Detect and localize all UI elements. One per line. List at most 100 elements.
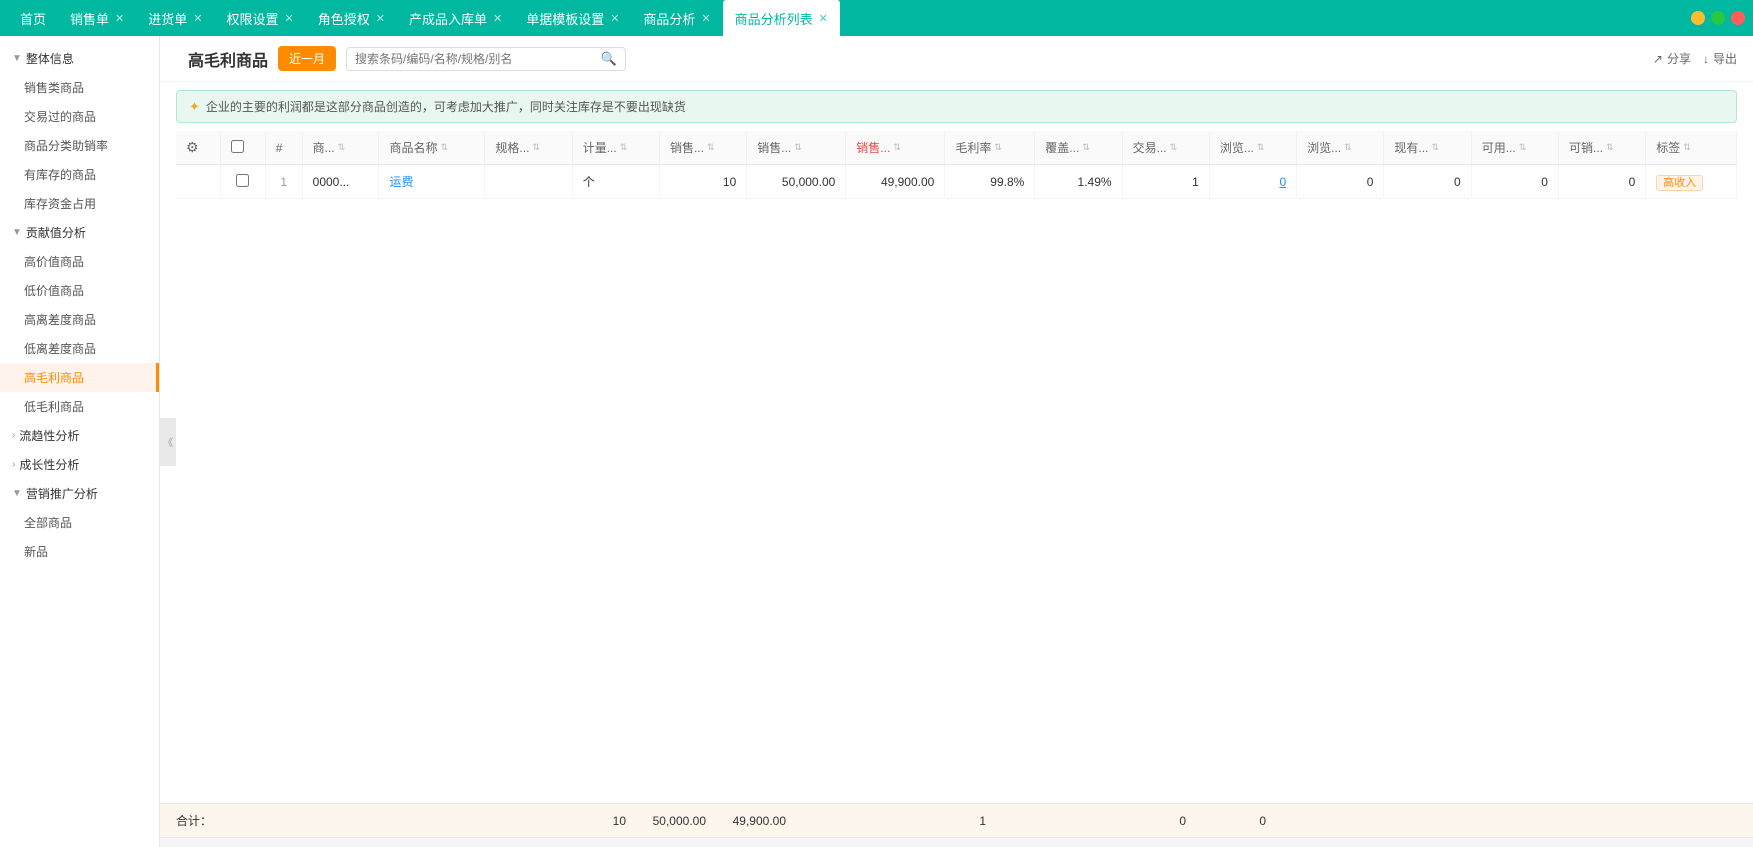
sort-icon-tag: ⇅ <box>1683 142 1691 153</box>
sidebar-collapse-button[interactable]: 《 <box>160 418 176 466</box>
footer-spacer4 <box>416 814 476 828</box>
nav-product-inbound[interactable]: 产成品入库单 ✕ <box>397 0 514 36</box>
close-product-analysis[interactable]: ✕ <box>701 12 710 25</box>
footer-available: 0 <box>1196 814 1276 828</box>
col-unit[interactable]: 计量... ⇅ <box>572 131 659 165</box>
sidebar-item-high-margin[interactable]: 高毛利商品 <box>0 363 159 392</box>
col-browse1[interactable]: 浏览... ⇅ <box>1209 131 1296 165</box>
row-browse1-cell[interactable]: 0 <box>1209 165 1296 199</box>
row-browse2-cell: 0 <box>1297 165 1384 199</box>
col-tag[interactable]: 标签 ⇅ <box>1646 131 1737 165</box>
col-sales-amount[interactable]: 销售... ⇅ <box>747 131 846 165</box>
close-purchase-order[interactable]: ✕ <box>193 12 202 25</box>
notice-icon: ✦ <box>189 99 200 115</box>
content-header: 高毛利商品 近一月 🔍 ↗ 分享 ↓ 导出 <box>160 36 1753 82</box>
sidebar-item-low-margin[interactable]: 低毛利商品 <box>0 392 159 421</box>
col-sales-profit[interactable]: 销售... ⇅ <box>846 131 945 165</box>
row-available-cell: 0 <box>1471 165 1558 199</box>
top-navigation: 首页 销售单 ✕ 进货单 ✕ 权限设置 ✕ 角色授权 ✕ 产成品入库单 ✕ 单据… <box>0 0 1753 36</box>
nav-permission-settings[interactable]: 权限设置 ✕ <box>214 0 305 36</box>
sort-icon-code: ⇅ <box>338 142 346 153</box>
col-checkbox[interactable] <box>220 131 265 165</box>
col-code[interactable]: 商... ⇅ <box>302 131 379 165</box>
sort-icon-current-stock: ⇅ <box>1431 142 1439 153</box>
row-tag-cell[interactable]: 高收入 <box>1646 165 1737 199</box>
row-checkbox-cell[interactable] <box>220 165 265 199</box>
close-sales-order[interactable]: ✕ <box>115 12 124 25</box>
sort-icon-coverage: ⇅ <box>1082 142 1090 153</box>
sort-icon-name: ⇅ <box>440 142 448 153</box>
nav-product-analysis[interactable]: 商品分析 ✕ <box>631 0 722 36</box>
row-sales-profit-cell: 49,900.00 <box>846 165 945 199</box>
footer-sales-qty: 10 <box>556 814 636 828</box>
sidebar-item-sales-goods[interactable]: 销售类商品 <box>0 73 159 102</box>
main-layout: ▼ 整体信息 销售类商品 交易过的商品 商品分类助销率 有库存的商品 库存资金占… <box>0 36 1753 847</box>
col-coverage[interactable]: 覆盖... ⇅ <box>1035 131 1122 165</box>
sidebar-item-low-value[interactable]: 低价值商品 <box>0 276 159 305</box>
sidebar-item-category-rate[interactable]: 商品分类助销率 <box>0 131 159 160</box>
col-settings[interactable]: ⚙ <box>176 131 220 165</box>
sidebar-item-high-value[interactable]: 高价值商品 <box>0 247 159 276</box>
sidebar-item-high-deviation[interactable]: 高离差度商品 <box>0 305 159 334</box>
sort-icon-trade-count: ⇅ <box>1170 142 1178 153</box>
close-product-inbound[interactable]: ✕ <box>493 12 502 25</box>
sidebar-item-traded-goods[interactable]: 交易过的商品 <box>0 102 159 131</box>
sidebar: ▼ 整体信息 销售类商品 交易过的商品 商品分类助销率 有库存的商品 库存资金占… <box>0 36 160 847</box>
row-settings-cell <box>176 165 220 199</box>
close-product-analysis-list[interactable]: ✕ <box>819 12 828 25</box>
col-browse2[interactable]: 浏览... ⇅ <box>1297 131 1384 165</box>
bottom-scrollbar[interactable] <box>160 837 1753 847</box>
sidebar-group-growth[interactable]: › 成长性分析 <box>0 450 159 479</box>
sort-icon-sales-amount: ⇅ <box>794 142 802 153</box>
row-code-cell: 0000... <box>302 165 379 199</box>
header-actions: ↗ 分享 ↓ 导出 <box>1653 50 1737 67</box>
nav-purchase-order[interactable]: 进货单 ✕ <box>136 0 214 36</box>
sidebar-group-trend[interactable]: › 流趋性分析 <box>0 421 159 450</box>
footer-label: 合计： <box>176 812 256 829</box>
maximize-button[interactable]: □ <box>1711 11 1725 25</box>
sidebar-item-low-deviation[interactable]: 低离差度商品 <box>0 334 159 363</box>
sidebar-item-in-stock-goods[interactable]: 有库存的商品 <box>0 160 159 189</box>
row-name-cell[interactable]: 运费 <box>379 165 485 199</box>
sidebar-group-contribution[interactable]: ▼ 贡献值分析 <box>0 218 159 247</box>
sidebar-item-new-goods[interactable]: 新品 <box>0 537 159 566</box>
share-button[interactable]: ↗ 分享 <box>1653 50 1691 67</box>
row-sellable-cell: 0 <box>1558 165 1645 199</box>
row-checkbox[interactable] <box>236 174 249 187</box>
sidebar-group-overall[interactable]: ▼ 整体信息 <box>0 44 159 73</box>
close-button[interactable]: ✕ <box>1731 11 1745 25</box>
row-spec-cell <box>485 165 572 199</box>
data-table: ⚙ # 商... ⇅ <box>176 131 1737 199</box>
sidebar-item-all-goods[interactable]: 全部商品 <box>0 508 159 537</box>
col-sales-qty[interactable]: 销售... ⇅ <box>659 131 746 165</box>
export-button[interactable]: ↓ 导出 <box>1703 50 1737 67</box>
filter-recent-month-button[interactable]: 近一月 <box>278 46 336 71</box>
search-input[interactable] <box>355 52 595 66</box>
notice-bar: ✦ 企业的主要的利润都是这部分商品创造的，可考虑加大推广，同时关注库存是不要出现… <box>176 90 1737 123</box>
col-trade-count[interactable]: 交易... ⇅ <box>1122 131 1209 165</box>
col-spec[interactable]: 规格... ⇅ <box>485 131 572 165</box>
col-current-stock[interactable]: 现有... ⇅ <box>1384 131 1471 165</box>
close-template-settings[interactable]: ✕ <box>610 12 619 25</box>
close-role-auth[interactable]: ✕ <box>376 12 385 25</box>
col-sellable[interactable]: 可销... ⇅ <box>1558 131 1645 165</box>
sidebar-group-marketing[interactable]: ▼ 营销推广分析 <box>0 479 159 508</box>
page-title: 高毛利商品 <box>188 47 268 71</box>
nav-product-analysis-list[interactable]: 商品分析列表 ✕ <box>723 0 840 36</box>
footer-total: 合计： 10 50,000.00 49,900.00 1 0 0 <box>160 803 1753 837</box>
search-icon[interactable]: 🔍 <box>601 51 617 67</box>
sidebar-item-stock-capital[interactable]: 库存资金占用 <box>0 189 159 218</box>
col-available[interactable]: 可用... ⇅ <box>1471 131 1558 165</box>
select-all-checkbox[interactable] <box>231 140 244 153</box>
col-name[interactable]: 商品名称 ⇅ <box>379 131 485 165</box>
sort-icon-browse1: ⇅ <box>1257 142 1265 153</box>
minimize-button[interactable]: − <box>1691 11 1705 25</box>
nav-role-auth[interactable]: 角色授权 ✕ <box>306 0 397 36</box>
nav-template-settings[interactable]: 单据模板设置 ✕ <box>514 0 631 36</box>
col-gross-margin[interactable]: 毛利率 ⇅ <box>945 131 1035 165</box>
nav-sales-order[interactable]: 销售单 ✕ <box>58 0 136 36</box>
close-permission-settings[interactable]: ✕ <box>285 12 294 25</box>
row-sales-qty-cell: 10 <box>659 165 746 199</box>
nav-home[interactable]: 首页 <box>8 0 58 36</box>
footer-spacer7 <box>856 814 916 828</box>
